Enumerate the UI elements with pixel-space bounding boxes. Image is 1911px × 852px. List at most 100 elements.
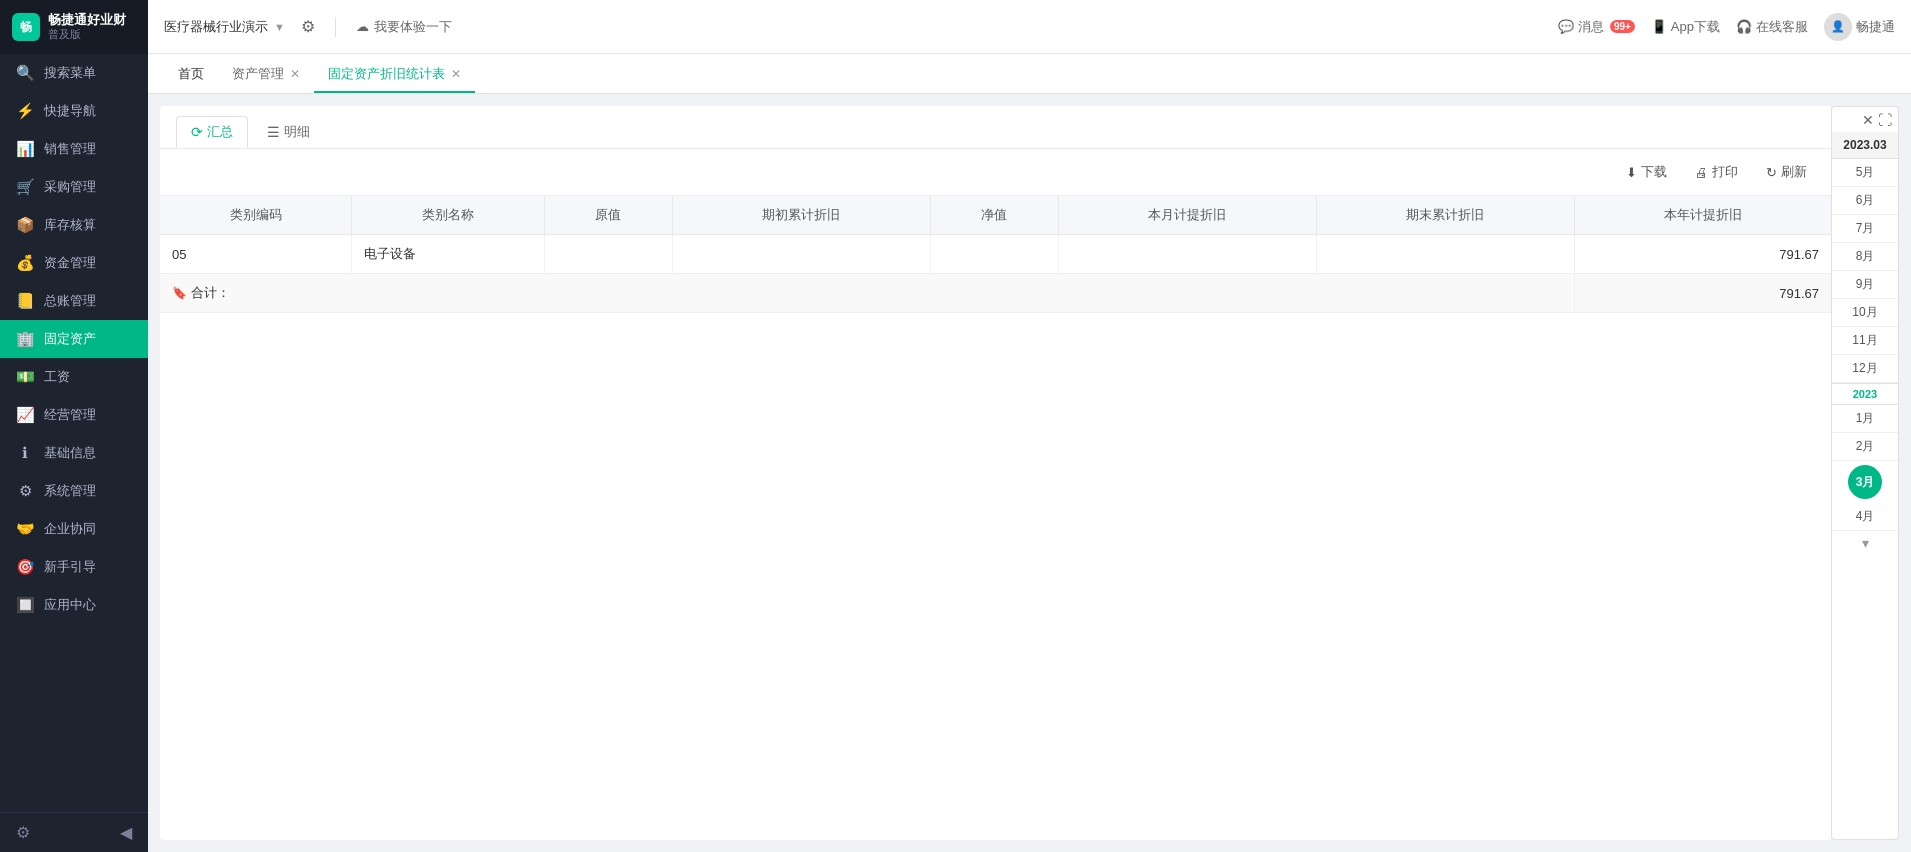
sidebar-icon-apps: 🔲 [16,596,34,614]
print-label: 打印 [1712,163,1738,181]
table-total-row: 🔖 合计： 791.67 [160,274,1831,313]
message-badge: 99+ [1610,20,1635,33]
cell-annual-0: 791.67 [1574,235,1831,274]
col-category-name: 类别名称 [352,196,545,235]
user-avatar: 👤 [1824,13,1852,41]
sub-tabs: ⟳ 汇总 ☰ 明细 [160,106,1831,149]
tab-asset-label: 资产管理 [232,65,284,83]
refresh-btn[interactable]: ↻ 刷新 [1758,159,1815,185]
app-download-label: App下载 [1671,18,1720,36]
sidebar-header: 畅 畅捷通好业财 普及版 [0,0,148,54]
date-month-item[interactable]: 11月 [1832,327,1898,355]
total-label: 🔖 合计： [160,274,1574,313]
summary-icon: ⟳ [191,124,203,140]
col-monthly-depr: 本月计提折旧 [1058,196,1316,235]
date-panel-container: ✕ ⛶ 2023.03 5月6月7月8月9月10月11月12月 2023 1月2… [1831,106,1899,840]
date-month-item[interactable]: 12月 [1832,355,1898,383]
collapse-icon[interactable]: ◀ [120,823,132,842]
table-wrap: 类别编码 类别名称 原值 期初累计折旧 净值 本月计提折旧 期末累计折旧 本年计… [160,196,1831,840]
online-service-label: 在线客服 [1756,18,1808,36]
date-scroll-down-icon[interactable]: ▾ [1832,531,1898,555]
sidebar-icon-guide: 🎯 [16,558,34,576]
sidebar-icon-basic-info: ℹ [16,444,34,462]
sidebar-scroll: 🔍搜索菜单⚡快捷导航📊销售管理🛒采购管理📦库存核算💰资金管理📒总账管理🏢固定资产… [0,54,148,812]
sidebar-item-ledger[interactable]: 📒总账管理 [0,282,148,320]
tab-depreciation-close[interactable]: ✕ [451,67,461,81]
tab-fixed-asset-depreciation[interactable]: 固定资产折旧统计表 ✕ [314,57,475,93]
sidebar-label-system: 系统管理 [44,482,96,500]
cell-period-start-0 [672,235,930,274]
sidebar-item-fixed-asset[interactable]: 🏢固定资产 [0,320,148,358]
depreciation-table: 类别编码 类别名称 原值 期初累计折旧 净值 本月计提折旧 期末累计折旧 本年计… [160,196,1831,313]
date-month-item[interactable]: 9月 [1832,271,1898,299]
sidebar-item-system[interactable]: ⚙系统管理 [0,472,148,510]
detail-icon: ☰ [267,124,280,140]
experience-icon: ☁ [356,19,369,34]
tab-home[interactable]: 首页 [164,57,218,93]
date-panel-close-btn[interactable]: ✕ [1862,112,1874,128]
sidebar-label-enterprise: 企业协同 [44,520,96,538]
date-month-item[interactable]: 1月 [1832,405,1898,433]
sidebar-label-salary: 工资 [44,368,70,386]
sidebar-label-fixed-asset: 固定资产 [44,330,96,348]
sidebar-item-purchase[interactable]: 🛒采购管理 [0,168,148,206]
date-month-item[interactable]: 4月 [1832,503,1898,531]
sub-tab-detail[interactable]: ☰ 明细 [252,116,325,148]
sidebar-label-funds: 资金管理 [44,254,96,272]
sidebar-icon-enterprise: 🤝 [16,520,34,538]
date-month-item[interactable]: 6月 [1832,187,1898,215]
content-main: ⟳ 汇总 ☰ 明细 ⬇ 下载 🖨 打印 ↻ [160,106,1831,840]
cell-period-end-0 [1316,235,1574,274]
sidebar-item-apps[interactable]: 🔲应用中心 [0,586,148,624]
sidebar-item-basic-info[interactable]: ℹ 基础信息 [0,434,148,472]
download-btn[interactable]: ⬇ 下载 [1618,159,1675,185]
sidebar-label-search: 搜索菜单 [44,64,96,82]
sidebar-label-quicknav: 快捷导航 [44,102,96,120]
sidebar-label-purchase: 采购管理 [44,178,96,196]
sidebar-item-funds[interactable]: 💰资金管理 [0,244,148,282]
date-month-item[interactable]: 5月 [1832,159,1898,187]
cell-orig-0 [545,235,673,274]
settings-footer-icon[interactable]: ⚙ [16,823,30,842]
user-menu[interactable]: 👤 畅捷通 [1824,13,1895,41]
message-label: 消息 [1578,18,1604,36]
message-btn[interactable]: 💬 消息 99+ [1558,18,1635,36]
sidebar-item-enterprise[interactable]: 🤝 企业协同 [0,510,148,548]
sidebar-label-basic-info: 基础信息 [44,444,96,462]
sidebar-item-salary[interactable]: 💵 工资 [0,358,148,396]
tab-asset-close[interactable]: ✕ [290,67,300,81]
sidebar-icon-inventory: 📦 [16,216,34,234]
online-service-btn[interactable]: 🎧 在线客服 [1736,18,1808,36]
sidebar-item-sales[interactable]: 📊销售管理 [0,130,148,168]
print-btn[interactable]: 🖨 打印 [1687,159,1746,185]
date-panel-expand-btn[interactable]: ⛶ [1878,112,1892,128]
sub-tab-summary[interactable]: ⟳ 汇总 [176,116,248,148]
logo-icon: 畅 [12,13,40,41]
sidebar-icon-salary: 💵 [16,368,34,386]
cell-code-0: 05 [160,235,352,274]
date-months-scroll[interactable]: 5月6月7月8月9月10月11月12月 2023 1月2月3月4月 ▾ [1832,159,1898,836]
sidebar-item-inventory[interactable]: 📦库存核算 [0,206,148,244]
topbar-settings-icon[interactable]: ⚙ [301,17,315,36]
sidebar-item-search[interactable]: 🔍搜索菜单 [0,54,148,92]
tab-asset-management[interactable]: 资产管理 ✕ [218,57,314,93]
app-subtitle: 普及版 [48,27,126,42]
sidebar-item-operations[interactable]: 📈经营管理 [0,396,148,434]
message-icon: 💬 [1558,19,1574,34]
date-month-item[interactable]: 10月 [1832,299,1898,327]
col-original-value: 原值 [545,196,673,235]
refresh-icon: ↻ [1766,165,1777,180]
date-month-item[interactable]: 2月 [1832,433,1898,461]
table-row: 05 电子设备 791.67 [160,235,1831,274]
sidebar-label-operations: 经营管理 [44,406,96,424]
experience-text: 我要体验一下 [374,18,452,36]
date-month-item[interactable]: 7月 [1832,215,1898,243]
date-month-item[interactable]: 8月 [1832,243,1898,271]
sidebar-item-guide[interactable]: 🎯新手引导 [0,548,148,586]
experience-btn[interactable]: ☁ 我要体验一下 [356,18,452,36]
sidebar-item-quicknav[interactable]: ⚡快捷导航 [0,92,148,130]
col-annual-depr: 本年计提折旧 [1574,196,1831,235]
date-month-item[interactable]: 3月 [1848,465,1882,499]
company-selector[interactable]: 医疗器械行业演示 ▼ [164,18,285,36]
app-download-btn[interactable]: 📱 App下载 [1651,18,1720,36]
